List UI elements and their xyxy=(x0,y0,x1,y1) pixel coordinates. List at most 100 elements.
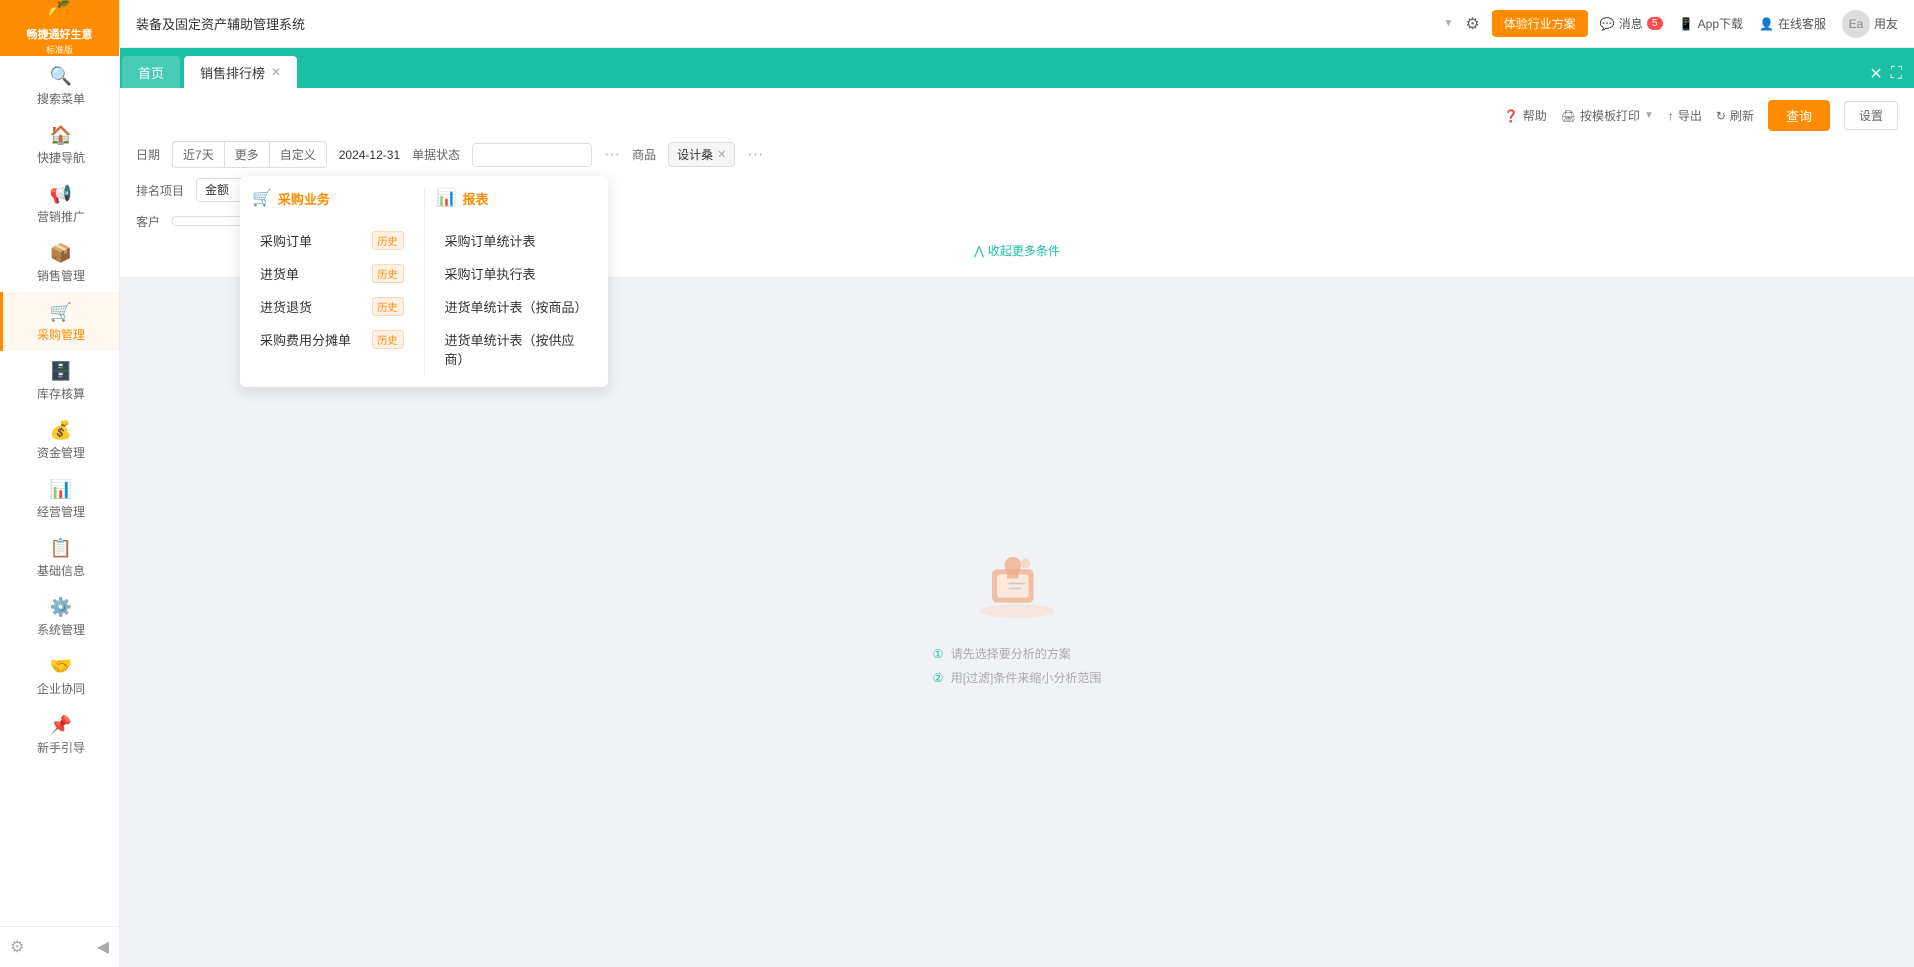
print-label: 按模板打印 xyxy=(1580,107,1640,124)
tip-text-1: 请先选择要分析的方案 xyxy=(951,647,1071,661)
refresh-btn[interactable]: ↻ 刷新 xyxy=(1716,107,1754,124)
tab-fullscreen-icon[interactable]: ⛶ xyxy=(1891,65,1902,83)
app-download-label: App下载 xyxy=(1698,15,1743,32)
sidebar-item-quick[interactable]: 🏠 快捷导航 xyxy=(0,115,119,174)
date-custom[interactable]: 自定义 xyxy=(269,142,326,167)
return-label: 进货退货 xyxy=(260,297,312,316)
print-dropdown-icon: ▼ xyxy=(1644,110,1654,121)
purchase-col-title: 🛒 采购业务 xyxy=(252,188,412,214)
report-col-title-text: 报表 xyxy=(462,189,488,208)
industry-btn[interactable]: 体验行业方案 xyxy=(1492,10,1588,37)
empty-tips: ① 请先选择要分析的方案 ② 用[过滤]条件来缩小分析范围 xyxy=(933,642,1102,690)
sales-nav-icon: 📦 xyxy=(50,243,72,264)
print-icon: 🖨 xyxy=(1561,109,1576,123)
inventory-nav-label: 库存核算 xyxy=(37,385,85,402)
dropdown-purchase-col: 🛒 采购业务 采购订单 历史 进货单 历史 进货退货 历史 采购费用分摊单 xyxy=(240,188,424,375)
tab-sales-rank[interactable]: 销售排行榜 ✕ xyxy=(184,56,297,88)
dropdown-item-purchase-exec[interactable]: 采购订单执行表 xyxy=(437,257,597,290)
basic-nav-icon: 📋 xyxy=(50,538,72,559)
sidebar-item-collab[interactable]: 🤝 企业协同 xyxy=(0,646,119,705)
purchase-exec-label: 采购订单执行表 xyxy=(445,264,536,283)
goods-tag: 设计桑 ✕ xyxy=(668,142,735,167)
tip-text-2: 用[过滤]条件来缩小分析范围 xyxy=(951,671,1102,685)
user-item[interactable]: Ea 用友 xyxy=(1842,10,1898,38)
message-item[interactable]: 💬 消息 5 xyxy=(1600,15,1663,32)
export-icon: ↑ xyxy=(1668,109,1674,123)
user-label: 用友 xyxy=(1874,15,1898,32)
sidebar: 🍊 畅捷通好生意 标准版 🔍 搜索菜单 🏠 快捷导航 📢 营销推广 📦 销售管理… xyxy=(0,0,120,967)
doc-status-select[interactable] xyxy=(472,143,592,167)
dropdown-item-cost[interactable]: 采购费用分摊单 历史 xyxy=(252,323,412,356)
dropdown-item-incoming-goods[interactable]: 进货单统计表（按商品） xyxy=(437,290,597,323)
sidebar-item-finance[interactable]: 💰 资金管理 xyxy=(0,410,119,469)
dropdown-item-return[interactable]: 进货退货 历史 xyxy=(252,290,412,323)
header-right: 💬 消息 5 📱 App下载 👤 在线客服 Ea 用友 xyxy=(1600,10,1898,38)
sidebar-bottom: ⚙ ◀ xyxy=(0,926,119,967)
system-title-dropdown-icon[interactable]: ▼ xyxy=(1443,18,1453,29)
sidebar-item-marketing[interactable]: 📢 营销推广 xyxy=(0,174,119,233)
rank-label: 排名项目 xyxy=(136,182,184,199)
report-col-icon: 📊 xyxy=(437,188,457,208)
app-download-item[interactable]: 📱 App下载 xyxy=(1679,15,1743,32)
date-7days[interactable]: 近7天 xyxy=(173,142,224,167)
online-service-item[interactable]: 👤 在线客服 xyxy=(1759,15,1826,32)
dropdown-item-incoming-supplier[interactable]: 进货单统计表（按供应商） xyxy=(437,323,597,375)
date-more[interactable]: 更多 xyxy=(224,142,269,167)
finance-nav-label: 资金管理 xyxy=(37,444,85,461)
inventory-nav-icon: 🗄️ xyxy=(50,361,72,382)
goods-label: 商品 xyxy=(632,146,656,163)
cost-label: 采购费用分摊单 xyxy=(260,330,351,349)
sidebar-item-sales[interactable]: 📦 销售管理 xyxy=(0,233,119,292)
message-label: 消息 xyxy=(1619,15,1643,32)
sidebar-item-search[interactable]: 🔍 搜索菜单 xyxy=(0,56,119,115)
header-settings-icon[interactable]: ⚙ xyxy=(1465,14,1479,34)
doc-status-dots[interactable]: ··· xyxy=(604,146,620,164)
tab-home[interactable]: 首页 xyxy=(122,56,180,88)
settings-icon[interactable]: ⚙ xyxy=(10,937,24,957)
tab-sales-rank-close[interactable]: ✕ xyxy=(271,65,281,79)
purchase-nav-label: 采购管理 xyxy=(37,326,85,343)
sidebar-item-inventory[interactable]: 🗄️ 库存核算 xyxy=(0,351,119,410)
goods-dots[interactable]: ··· xyxy=(747,146,763,164)
set-btn[interactable]: 设置 xyxy=(1844,101,1898,130)
operation-nav-icon: 📊 xyxy=(50,479,72,500)
logo-icon: 🍊 xyxy=(46,0,73,26)
empty-illustration xyxy=(967,546,1067,626)
sidebar-item-system[interactable]: ⚙️ 系统管理 xyxy=(0,587,119,646)
marketing-nav-icon: 📢 xyxy=(50,184,72,205)
system-title: 装备及固定资产辅助管理系统 xyxy=(136,14,1431,33)
query-btn[interactable]: 查询 xyxy=(1768,100,1830,131)
help-label: 帮助 xyxy=(1523,107,1547,124)
search-nav-icon: 🔍 xyxy=(50,66,72,87)
dropdown-item-purchase-stat[interactable]: 采购订单统计表 xyxy=(437,224,597,257)
collapse-sidebar-icon[interactable]: ◀ xyxy=(97,937,109,957)
goods-tag-close[interactable]: ✕ xyxy=(717,148,726,161)
dropdown-report-col: 📊 报表 采购订单统计表 采购订单执行表 进货单统计表（按商品） 进货单统计表（… xyxy=(424,188,609,375)
refresh-icon: ↻ xyxy=(1716,109,1726,123)
operation-nav-label: 经营管理 xyxy=(37,503,85,520)
tab-home-label: 首页 xyxy=(138,63,164,82)
sidebar-item-guide[interactable]: 📌 新手引导 xyxy=(0,705,119,764)
collab-nav-icon: 🤝 xyxy=(50,656,72,677)
print-btn[interactable]: 🖨 按模板打印 ▼ xyxy=(1561,107,1654,124)
help-btn[interactable]: ❓ 帮助 xyxy=(1504,107,1547,124)
toolbar-row: ❓ 帮助 🖨 按模板打印 ▼ ↑ 导出 ↻ 刷新 查询 设置 xyxy=(136,100,1898,131)
content-area: ❓ 帮助 🖨 按模板打印 ▼ ↑ 导出 ↻ 刷新 查询 设置 xyxy=(120,88,1914,967)
user-avatar: Ea xyxy=(1842,10,1870,38)
tab-close-all-icon[interactable]: ✕ xyxy=(1869,64,1882,84)
dropdown-item-purchase-order[interactable]: 采购订单 历史 xyxy=(252,224,412,257)
dropdown-menu: 🛒 采购业务 采购订单 历史 进货单 历史 进货退货 历史 采购费用分摊单 xyxy=(240,176,608,387)
main-wrap: 装备及固定资产辅助管理系统 ▼ ⚙ 体验行业方案 💬 消息 5 📱 App下载 … xyxy=(120,0,1914,967)
dropdown-item-incoming[interactable]: 进货单 历史 xyxy=(252,257,412,290)
cost-history: 历史 xyxy=(372,330,404,349)
sidebar-item-operation[interactable]: 📊 经营管理 xyxy=(0,469,119,528)
sidebar-item-basic[interactable]: 📋 基础信息 xyxy=(0,528,119,587)
export-btn[interactable]: ↑ 导出 xyxy=(1668,107,1702,124)
sidebar-nav: 🔍 搜索菜单 🏠 快捷导航 📢 营销推广 📦 销售管理 🛒 采购管理 🗄️ 库存… xyxy=(0,56,119,926)
logo-text: 畅捷通好生意 xyxy=(27,26,93,42)
date-label: 日期 xyxy=(136,146,160,163)
sidebar-item-purchase[interactable]: 🛒 采购管理 xyxy=(0,292,119,351)
system-nav-label: 系统管理 xyxy=(37,621,85,638)
logo-sub: 标准版 xyxy=(46,43,73,56)
purchase-order-history: 历史 xyxy=(372,231,404,250)
